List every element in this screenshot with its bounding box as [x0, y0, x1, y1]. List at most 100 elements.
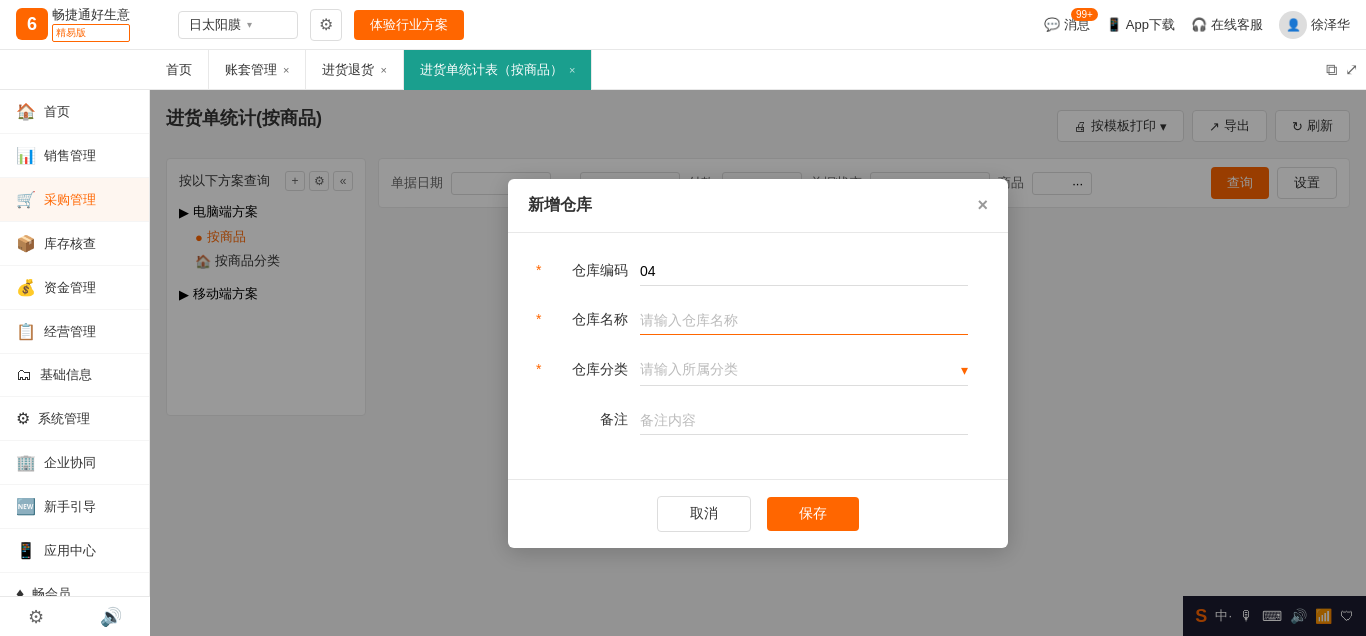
tab-purchase-return[interactable]: 进货退货 × [306, 50, 403, 90]
sidebar-item-inventory[interactable]: 📦 库存核查 [0, 222, 149, 266]
tab-home-label: 首页 [166, 61, 192, 79]
home-icon: 🏠 [16, 102, 36, 121]
sidebar-purchase-label: 采购管理 [44, 191, 96, 209]
content-area: 进货单统计(按商品) 🖨 按模板打印 ▾ ↗ 导出 ↻ 刷新 [150, 90, 1366, 636]
sidebar-item-appcenter[interactable]: 📱 应用中心 [0, 529, 149, 573]
dialog-overlay: 新增仓库 × 仓库编码 仓库名称 仓库分类 [150, 90, 1366, 636]
avatar: 👤 [1279, 11, 1307, 39]
top-header: 6 畅捷通好生意 精易版 日太阳膜 ▾ ⚙ 体验行业方案 💬 消息 99+ 📱 … [0, 0, 1366, 50]
sidebar-appcenter-label: 应用中心 [44, 542, 96, 560]
app-download-label: App下载 [1126, 16, 1175, 34]
sidebar-enterprise-label: 企业协同 [44, 454, 96, 472]
username-label: 徐泽华 [1311, 16, 1350, 34]
tab-restore-icon[interactable]: ⧉ [1326, 60, 1337, 79]
code-input[interactable] [640, 257, 968, 286]
main-layout: 🏠 首页 📊 销售管理 🛒 采购管理 📦 库存核查 💰 资金管理 📋 经营管理 … [0, 90, 1366, 636]
header-right: 💬 消息 99+ 📱 App下载 🎧 在线客服 👤 徐泽华 [1044, 11, 1350, 39]
logo-name: 畅捷通好生意 [52, 7, 130, 24]
online-service-item[interactable]: 🎧 在线客服 [1191, 16, 1263, 34]
sidebar-inventory-label: 库存核查 [44, 235, 96, 253]
name-input[interactable] [640, 306, 968, 335]
save-button[interactable]: 保存 [767, 497, 859, 531]
dialog-body: 仓库编码 仓库名称 仓库分类 请输入所属分类 ▾ [508, 233, 1008, 479]
sidebar-sales-label: 销售管理 [44, 147, 96, 165]
speaker-icon[interactable]: 🔊 [100, 606, 122, 628]
message-icon: 💬 [1044, 17, 1060, 32]
sidebar-capital-label: 资金管理 [44, 279, 96, 297]
sales-icon: 📊 [16, 146, 36, 165]
tab-purchase-return-close-icon[interactable]: × [380, 64, 386, 76]
sidebar-item-guide[interactable]: 🆕 新手引导 [0, 485, 149, 529]
store-name: 日太阳膜 [189, 16, 241, 34]
dialog-header: 新增仓库 × [508, 179, 1008, 233]
tab-purchase-return-label: 进货退货 [322, 61, 374, 79]
name-field-row: 仓库名称 [548, 306, 968, 335]
tab-home[interactable]: 首页 [150, 50, 209, 90]
capital-icon: 💰 [16, 278, 36, 297]
sidebar-item-purchase[interactable]: 🛒 采购管理 [0, 178, 149, 222]
settings-icon[interactable]: ⚙ [310, 9, 342, 41]
tab-fullscreen-icon[interactable]: ⤢ [1345, 60, 1358, 79]
sidebar-item-enterprise[interactable]: 🏢 企业协同 [0, 441, 149, 485]
logo-icon: 6 [16, 8, 48, 40]
sidebar-guide-label: 新手引导 [44, 498, 96, 516]
tab-purchase-stats-label: 进货单统计表（按商品） [420, 61, 563, 79]
notification-badge: 99+ [1071, 8, 1098, 21]
tab-purchase-stats-close-icon[interactable]: × [569, 64, 575, 76]
sidebar-item-operation[interactable]: 📋 经营管理 [0, 310, 149, 354]
appcenter-icon: 📱 [16, 541, 36, 560]
tab-purchase-stats[interactable]: 进货单统计表（按商品） × [404, 50, 592, 90]
sidebar-item-sales[interactable]: 📊 销售管理 [0, 134, 149, 178]
category-placeholder: 请输入所属分类 [640, 361, 738, 379]
purchase-icon: 🛒 [16, 190, 36, 209]
tab-bar-actions: ⧉ ⤢ [1326, 60, 1366, 79]
sidebar-operation-label: 经营管理 [44, 323, 96, 341]
tab-account-label: 账套管理 [225, 61, 277, 79]
category-label: 仓库分类 [548, 361, 628, 379]
sidebar-item-basic[interactable]: 🗂 基础信息 [0, 354, 149, 397]
cancel-button[interactable]: 取消 [657, 496, 751, 532]
app-download-item[interactable]: 📱 App下载 [1106, 16, 1175, 34]
sidebar: 🏠 首页 📊 销售管理 🛒 采购管理 📦 库存核查 💰 资金管理 📋 经营管理 … [0, 90, 150, 636]
store-selector[interactable]: 日太阳膜 ▾ [178, 11, 298, 39]
tab-account-close-icon[interactable]: × [283, 64, 289, 76]
note-field-row: 备注 [548, 406, 968, 435]
category-field-row: 仓库分类 请输入所属分类 ▾ [548, 355, 968, 386]
headset-icon: 🎧 [1191, 17, 1207, 32]
basic-icon: 🗂 [16, 366, 32, 384]
add-warehouse-dialog: 新增仓库 × 仓库编码 仓库名称 仓库分类 [508, 179, 1008, 548]
dialog-close-icon[interactable]: × [977, 195, 988, 216]
system-icon: ⚙ [16, 409, 30, 428]
note-label: 备注 [548, 411, 628, 429]
code-field-row: 仓库编码 [548, 257, 968, 286]
online-service-label: 在线客服 [1211, 16, 1263, 34]
sidebar-item-capital[interactable]: 💰 资金管理 [0, 266, 149, 310]
sidebar-item-system[interactable]: ⚙ 系统管理 [0, 397, 149, 441]
guide-icon: 🆕 [16, 497, 36, 516]
category-select[interactable]: 请输入所属分类 ▾ [640, 355, 968, 386]
phone-icon: 📱 [1106, 17, 1122, 32]
logo-area: 6 畅捷通好生意 精易版 [16, 7, 166, 42]
name-label: 仓库名称 [548, 311, 628, 329]
sidebar-home-label: 首页 [44, 103, 70, 121]
note-input[interactable] [640, 406, 968, 435]
sidebar-bottom-bar: ⚙ 🔊 [0, 596, 150, 636]
settings-bottom-icon[interactable]: ⚙ [28, 606, 44, 628]
tab-account[interactable]: 账套管理 × [209, 50, 306, 90]
user-item[interactable]: 👤 徐泽华 [1279, 11, 1350, 39]
dialog-footer: 取消 保存 [508, 479, 1008, 548]
trial-button[interactable]: 体验行业方案 [354, 10, 464, 40]
sidebar-basic-label: 基础信息 [40, 366, 92, 384]
dialog-title: 新增仓库 [528, 195, 592, 216]
sidebar-item-home[interactable]: 🏠 首页 [0, 90, 149, 134]
logo-badge: 精易版 [52, 24, 130, 42]
operation-icon: 📋 [16, 322, 36, 341]
code-label: 仓库编码 [548, 262, 628, 280]
enterprise-icon: 🏢 [16, 453, 36, 472]
sidebar-system-label: 系统管理 [38, 410, 90, 428]
notification-item[interactable]: 💬 消息 99+ [1044, 16, 1090, 34]
tab-bar: 首页 账套管理 × 进货退货 × 进货单统计表（按商品） × ⧉ ⤢ [0, 50, 1366, 90]
inventory-icon: 📦 [16, 234, 36, 253]
store-dropdown-arrow-icon: ▾ [247, 19, 252, 30]
category-select-arrow-icon: ▾ [961, 362, 968, 378]
